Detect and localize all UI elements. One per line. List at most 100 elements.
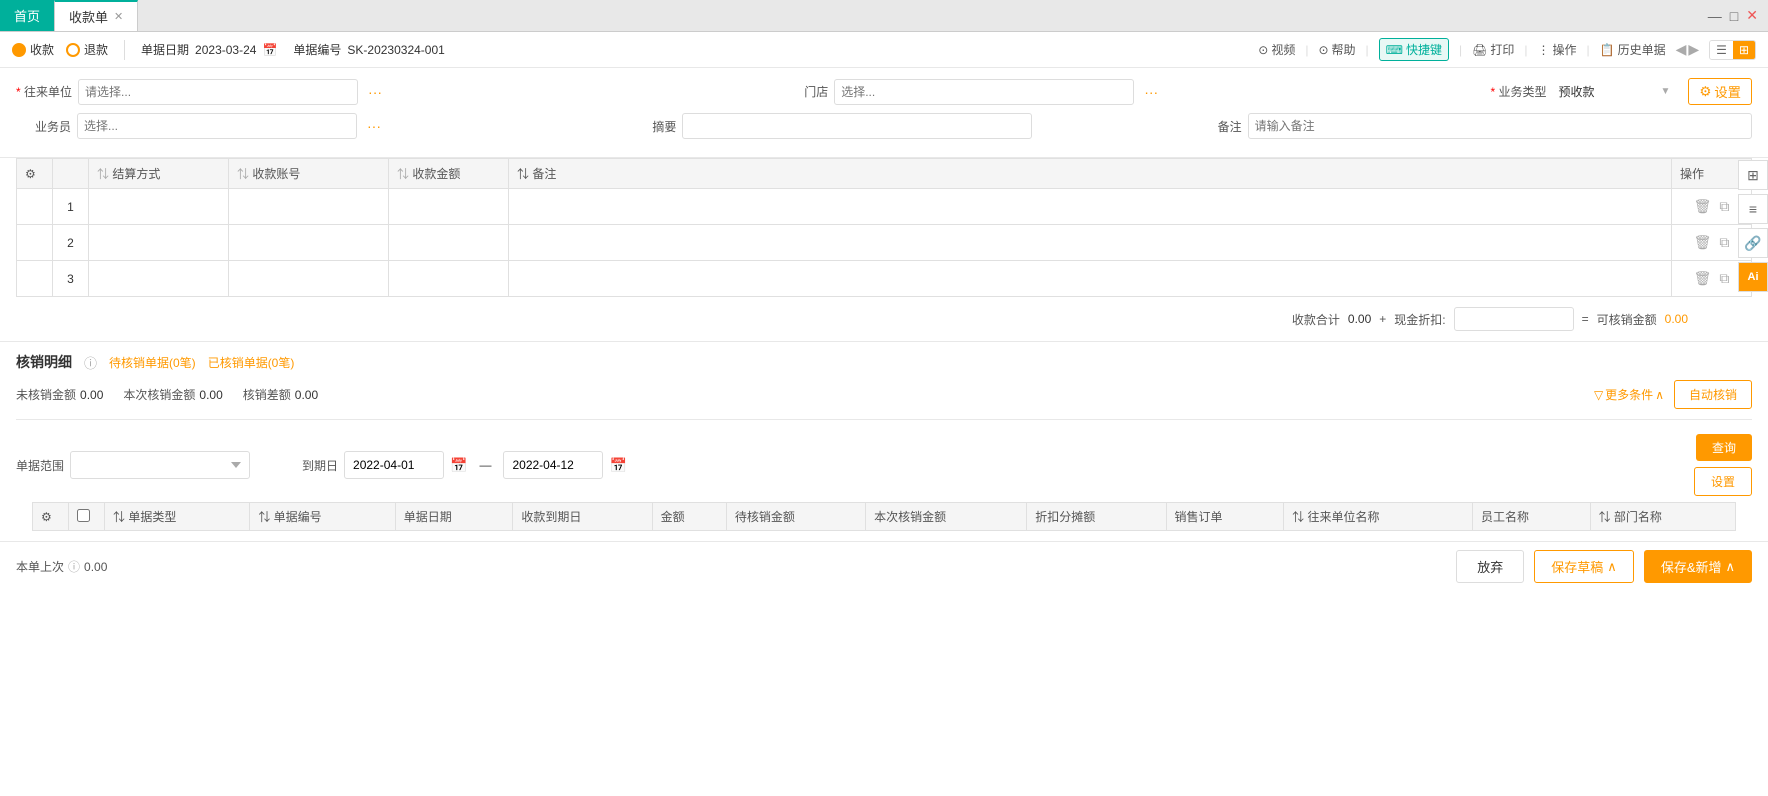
row1-settle[interactable]	[89, 189, 229, 225]
sort-icon: ⇅	[97, 167, 109, 181]
col-checkbox[interactable]	[69, 503, 105, 531]
calendar-from-icon[interactable]: 📅	[450, 457, 467, 474]
row2-copy-icon[interactable]: ⧉	[1719, 234, 1729, 251]
row2-account[interactable]	[229, 225, 389, 261]
row1-copy-icon[interactable]: ⧉	[1719, 198, 1729, 215]
radio-receipt[interactable]: 收款	[12, 41, 54, 58]
staff-more-btn[interactable]: ···	[367, 118, 381, 134]
service-type-dropdown[interactable]: ▼	[1660, 86, 1670, 97]
more-filter-btn[interactable]: ▽ 更多条件 ∧	[1594, 386, 1664, 403]
row3-copy-icon[interactable]: ⧉	[1719, 270, 1729, 287]
discount-input[interactable]	[1454, 307, 1574, 331]
doc-number-label: 单据编号	[293, 41, 341, 58]
counterparty-more-btn[interactable]: ···	[368, 84, 382, 100]
float-list-btn[interactable]: ≡	[1738, 194, 1768, 224]
next-arrow[interactable]: ▶	[1688, 41, 1699, 58]
history-btn[interactable]: 📋 历史单据	[1600, 41, 1666, 58]
doc-number-value: SK-20230324-001	[347, 43, 444, 57]
date-to-input[interactable]	[503, 451, 603, 479]
settings-btn[interactable]: 设置	[1694, 467, 1752, 496]
float-ai-btn[interactable]: Ai	[1738, 262, 1768, 292]
help-icon-2[interactable]: ⓘ	[68, 558, 80, 575]
counterparty-label: 往来单位	[16, 83, 72, 100]
operation-label: 操作	[1553, 41, 1577, 58]
prev-label: 本单上次	[16, 558, 64, 575]
table-row: 3 🗑 ⧉	[17, 261, 1752, 297]
section-title: 核销明细	[16, 352, 72, 372]
service-type-value: 预收款	[1558, 83, 1594, 100]
row1-delete-icon[interactable]: 🗑	[1694, 198, 1712, 215]
help-icon[interactable]: ⓘ	[84, 353, 97, 372]
radio-receipt-dot	[12, 43, 26, 57]
col-due-date: 收款到期日	[513, 503, 652, 531]
range-label: 单据范围	[16, 457, 64, 474]
view-toggle: ☰ ⊞	[1709, 40, 1756, 60]
row2-amount[interactable]	[389, 225, 509, 261]
col-settings-2[interactable]: ⚙	[33, 503, 69, 531]
grid-view-btn[interactable]: ⊞	[1733, 41, 1755, 59]
store-input[interactable]	[834, 79, 1134, 105]
save-new-btn[interactable]: 保存&新增 ∧	[1644, 550, 1752, 583]
summary-row: 收款合计 0.00 + 现金折扣: = 可核销金额 0.00	[0, 297, 1768, 342]
shortcut-btn[interactable]: ⌨ 快捷键	[1379, 38, 1449, 61]
counterparty-input[interactable]	[78, 79, 358, 105]
col-settings-header[interactable]: ⚙	[17, 159, 53, 189]
row2-num: 2	[53, 225, 89, 261]
row1-account[interactable]	[229, 189, 389, 225]
select-all-checkbox[interactable]	[77, 509, 90, 522]
staff-label: 业务员	[16, 118, 71, 135]
staff-input[interactable]	[77, 113, 357, 139]
video-btn[interactable]: ⊙ 视频	[1258, 41, 1295, 58]
summary-field: 摘要	[601, 113, 1166, 139]
save-draft-btn[interactable]: 保存草稿 ∧	[1534, 550, 1634, 583]
auto-verify-btn[interactable]: 自动核销	[1674, 380, 1752, 409]
row1-amount[interactable]	[389, 189, 509, 225]
help-label: 帮助	[1332, 41, 1356, 58]
maximize-button[interactable]: □	[1730, 8, 1738, 24]
tab-pending[interactable]: 待核销单据(0笔)	[109, 354, 196, 371]
close-tab-icon[interactable]: ✕	[114, 10, 123, 23]
row3-delete-icon[interactable]: 🗑	[1694, 270, 1712, 287]
minimize-button[interactable]: —	[1708, 8, 1722, 24]
help-btn[interactable]: ⊙ 帮助	[1318, 41, 1355, 58]
row3-amount[interactable]	[389, 261, 509, 297]
operation-btn[interactable]: ⋮ 操作	[1538, 41, 1577, 58]
calendar-to-icon[interactable]: 📅	[609, 457, 626, 474]
service-type-field: 业务类型 预收款 ▼ ⚙ 设置	[1490, 78, 1752, 105]
right-float-panel: ⊞ ≡ 🔗 Ai	[1738, 160, 1768, 292]
row2-settle[interactable]	[89, 225, 229, 261]
summary-input[interactable]	[682, 113, 1032, 139]
bottom-table: ⚙ ⇅ 单据类型 ⇅ 单据编号 单据日期 收款到期日 金额 待核销金额 本次核销…	[32, 502, 1736, 531]
row3-account[interactable]	[229, 261, 389, 297]
row2-delete-icon[interactable]: 🗑	[1694, 234, 1712, 251]
row3-note[interactable]	[509, 261, 1672, 297]
date-from-input[interactable]	[344, 451, 444, 479]
prev-arrow[interactable]: ◀	[1676, 41, 1687, 58]
list-view-btn[interactable]: ☰	[1710, 41, 1733, 59]
discard-btn[interactable]: 放弃	[1456, 550, 1524, 583]
close-window-button[interactable]: ✕	[1746, 7, 1758, 24]
sort-icon: ⇅	[237, 167, 249, 181]
float-link-btn[interactable]: 🔗	[1738, 228, 1768, 258]
col-amount: 金额	[652, 503, 726, 531]
calendar-icon[interactable]: 📅	[262, 43, 277, 57]
print-label: 打印	[1490, 41, 1514, 58]
equals-label: =	[1582, 312, 1589, 326]
remark-input[interactable]	[1248, 113, 1752, 139]
tab-done[interactable]: 已核销单据(0笔)	[208, 354, 295, 371]
range-select[interactable]	[70, 451, 250, 479]
row1-note[interactable]	[509, 189, 1672, 225]
row3-settle[interactable]	[89, 261, 229, 297]
float-table-btn[interactable]: ⊞	[1738, 160, 1768, 190]
row2-note[interactable]	[509, 225, 1672, 261]
radio-receipt-label: 收款	[30, 41, 54, 58]
radio-refund[interactable]: 退款	[66, 41, 108, 58]
print-btn[interactable]: 🖨 打印	[1472, 41, 1514, 58]
tab-home[interactable]: 首页	[0, 0, 54, 31]
store-more-btn[interactable]: ···	[1144, 84, 1158, 100]
query-btn[interactable]: 查询	[1696, 434, 1752, 461]
video-label: 视频	[1271, 41, 1295, 58]
tab-receipt[interactable]: 收款单 ✕	[54, 0, 138, 31]
col-this-amount: 本次核销金额	[866, 503, 1027, 531]
form-settings-btn[interactable]: ⚙ 设置	[1688, 78, 1752, 105]
